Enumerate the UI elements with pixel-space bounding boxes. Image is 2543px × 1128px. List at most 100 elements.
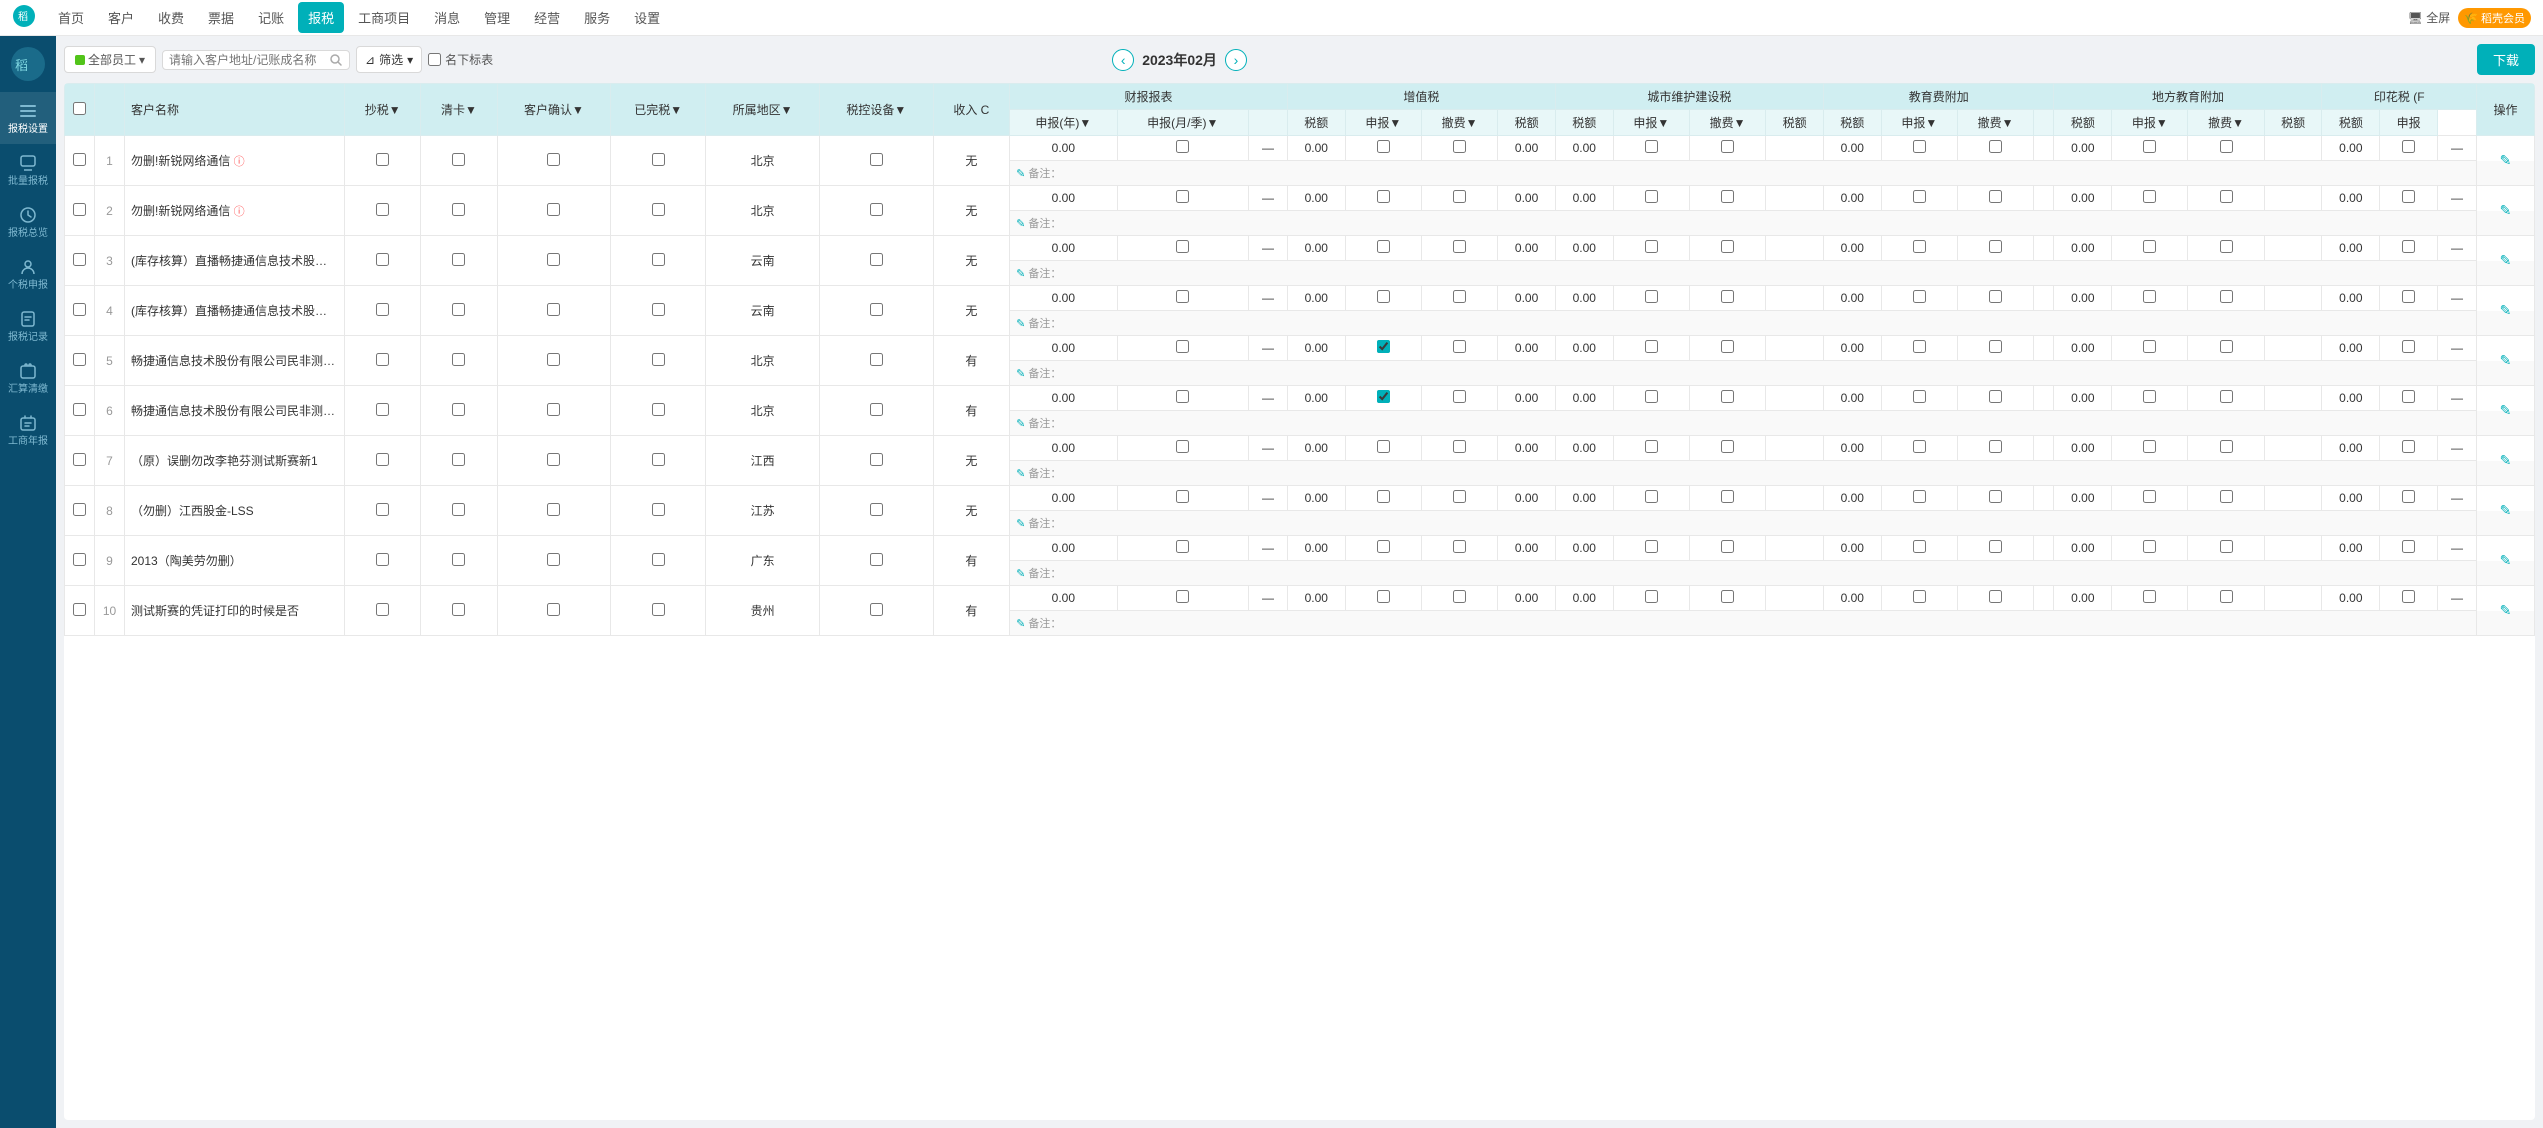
urban-cell-2[interactable]	[1689, 186, 1765, 211]
local-edu-cell-1[interactable]	[2112, 436, 2188, 461]
urban-cell-2[interactable]	[1689, 586, 1765, 611]
device-checkbox[interactable]	[870, 253, 883, 266]
device-cell[interactable]	[819, 286, 933, 336]
stamp-declare-checkbox[interactable]	[2402, 190, 2415, 203]
clear-card-cell[interactable]	[421, 486, 497, 536]
edu-checkbox[interactable]	[1913, 290, 1926, 303]
edu-cell-1[interactable]	[1881, 386, 1957, 411]
vat-declare-checkbox[interactable]	[1377, 440, 1390, 453]
vat-declare-checkbox[interactable]	[1377, 290, 1390, 303]
vat-cell-2[interactable]	[1421, 186, 1497, 211]
pencil-icon[interactable]: ✎	[1016, 618, 1025, 630]
nav-tax[interactable]: 报税	[298, 2, 344, 33]
local-edu-cell-1[interactable]	[2112, 486, 2188, 511]
pencil-icon[interactable]: ✎	[1016, 268, 1025, 280]
vat-declare-checkbox[interactable]	[1377, 190, 1390, 203]
local-edu-cell-2[interactable]	[2188, 536, 2264, 561]
stamp-declare-checkbox[interactable]	[2402, 440, 2415, 453]
date-next-btn[interactable]: ›	[1225, 49, 1247, 71]
edu-checkbox[interactable]	[1989, 540, 2002, 553]
vat-declare-checkbox[interactable]	[1377, 590, 1390, 603]
paid-cell[interactable]	[611, 236, 706, 286]
row-select-checkbox[interactable]	[73, 303, 86, 316]
vat-cell-2[interactable]	[1421, 236, 1497, 261]
paid-checkbox[interactable]	[652, 203, 665, 216]
stamp-declare-cell[interactable]	[2380, 236, 2438, 261]
pencil-icon[interactable]: ✎	[1016, 318, 1025, 330]
urban-checkbox[interactable]	[1645, 340, 1658, 353]
local-edu-checkbox[interactable]	[2220, 340, 2233, 353]
local-edu-cell-1[interactable]	[2112, 286, 2188, 311]
paid-cell[interactable]	[611, 586, 706, 636]
copy-tax-cell[interactable]	[345, 286, 421, 336]
paid-checkbox[interactable]	[652, 503, 665, 516]
local-edu-checkbox[interactable]	[2143, 240, 2156, 253]
edit-icon[interactable]: ✎	[2500, 502, 2512, 518]
device-checkbox[interactable]	[870, 453, 883, 466]
confirm-cell[interactable]	[497, 386, 611, 436]
edit-icon[interactable]: ✎	[2500, 552, 2512, 568]
paid-checkbox[interactable]	[652, 153, 665, 166]
nav-ticket[interactable]: 票据	[198, 2, 244, 33]
sidebar-item-tax-record[interactable]: 报税记录	[0, 300, 56, 352]
customer-name[interactable]: (库存核算）直播畅捷通信息技术股份有限... ⓘ	[125, 236, 345, 286]
customer-name[interactable]: 勿删!新锐网络通信 ⓘ	[125, 186, 345, 236]
paid-checkbox[interactable]	[652, 403, 665, 416]
local-edu-cell-1[interactable]	[2112, 236, 2188, 261]
local-edu-cell-1[interactable]	[2112, 586, 2188, 611]
confirm-cell[interactable]	[497, 586, 611, 636]
urban-cell-1[interactable]	[1613, 286, 1689, 311]
edit-icon[interactable]: ✎	[2500, 252, 2512, 268]
device-cell[interactable]	[819, 336, 933, 386]
edu-checkbox[interactable]	[1913, 390, 1926, 403]
row-select-checkbox[interactable]	[73, 203, 86, 216]
urban-checkbox[interactable]	[1721, 590, 1734, 603]
edu-checkbox[interactable]	[1989, 440, 2002, 453]
copy-tax-cell[interactable]	[345, 186, 421, 236]
copy-tax-cell[interactable]	[345, 236, 421, 286]
employee-filter-btn[interactable]: 全部员工 ▾	[64, 46, 156, 73]
urban-cell-2[interactable]	[1689, 286, 1765, 311]
paid-cell[interactable]	[611, 436, 706, 486]
confirm-cell[interactable]	[497, 236, 611, 286]
nav-home[interactable]: 首页	[48, 2, 94, 33]
edu-cell-2[interactable]	[1957, 136, 2033, 161]
row-checkbox-cell[interactable]	[65, 286, 95, 336]
edu-checkbox[interactable]	[1913, 190, 1926, 203]
copy-tax-checkbox[interactable]	[376, 453, 389, 466]
confirm-cell[interactable]	[497, 486, 611, 536]
edu-cell-2[interactable]	[1957, 536, 2033, 561]
device-cell[interactable]	[819, 186, 933, 236]
clear-card-checkbox[interactable]	[452, 353, 465, 366]
local-edu-checkbox[interactable]	[2143, 190, 2156, 203]
device-checkbox[interactable]	[870, 553, 883, 566]
edit-icon[interactable]: ✎	[2500, 402, 2512, 418]
confirm-checkbox[interactable]	[547, 353, 560, 366]
vat-declare-checkbox[interactable]	[1453, 190, 1466, 203]
device-cell[interactable]	[819, 136, 933, 186]
edu-checkbox[interactable]	[1913, 340, 1926, 353]
paid-checkbox[interactable]	[652, 553, 665, 566]
urban-checkbox[interactable]	[1645, 140, 1658, 153]
customer-name[interactable]: 畅捷通信息技术股份有限公司民非测试 ⓘ	[125, 386, 345, 436]
row-select-checkbox[interactable]	[73, 153, 86, 166]
stamp-declare-checkbox[interactable]	[2402, 390, 2415, 403]
clear-card-cell[interactable]	[421, 186, 497, 236]
edu-cell-1[interactable]	[1881, 536, 1957, 561]
device-checkbox[interactable]	[870, 303, 883, 316]
confirm-cell[interactable]	[497, 436, 611, 486]
edu-cell-2[interactable]	[1957, 486, 2033, 511]
stamp-declare-checkbox[interactable]	[2402, 590, 2415, 603]
urban-checkbox[interactable]	[1645, 540, 1658, 553]
stamp-declare-checkbox[interactable]	[2402, 290, 2415, 303]
edu-checkbox[interactable]	[1913, 540, 1926, 553]
urban-cell-2[interactable]	[1689, 336, 1765, 361]
vat-declare-checkbox[interactable]	[1453, 140, 1466, 153]
search-box[interactable]	[162, 50, 350, 70]
nav-message[interactable]: 消息	[424, 2, 470, 33]
row-checkbox-cell[interactable]	[65, 386, 95, 436]
stamp-declare-cell[interactable]	[2380, 536, 2438, 561]
sidebar-item-tax-overview[interactable]: 报税总览	[0, 196, 56, 248]
edit-icon[interactable]: ✎	[2500, 202, 2512, 218]
nav-bookkeeping[interactable]: 记账	[248, 2, 294, 33]
